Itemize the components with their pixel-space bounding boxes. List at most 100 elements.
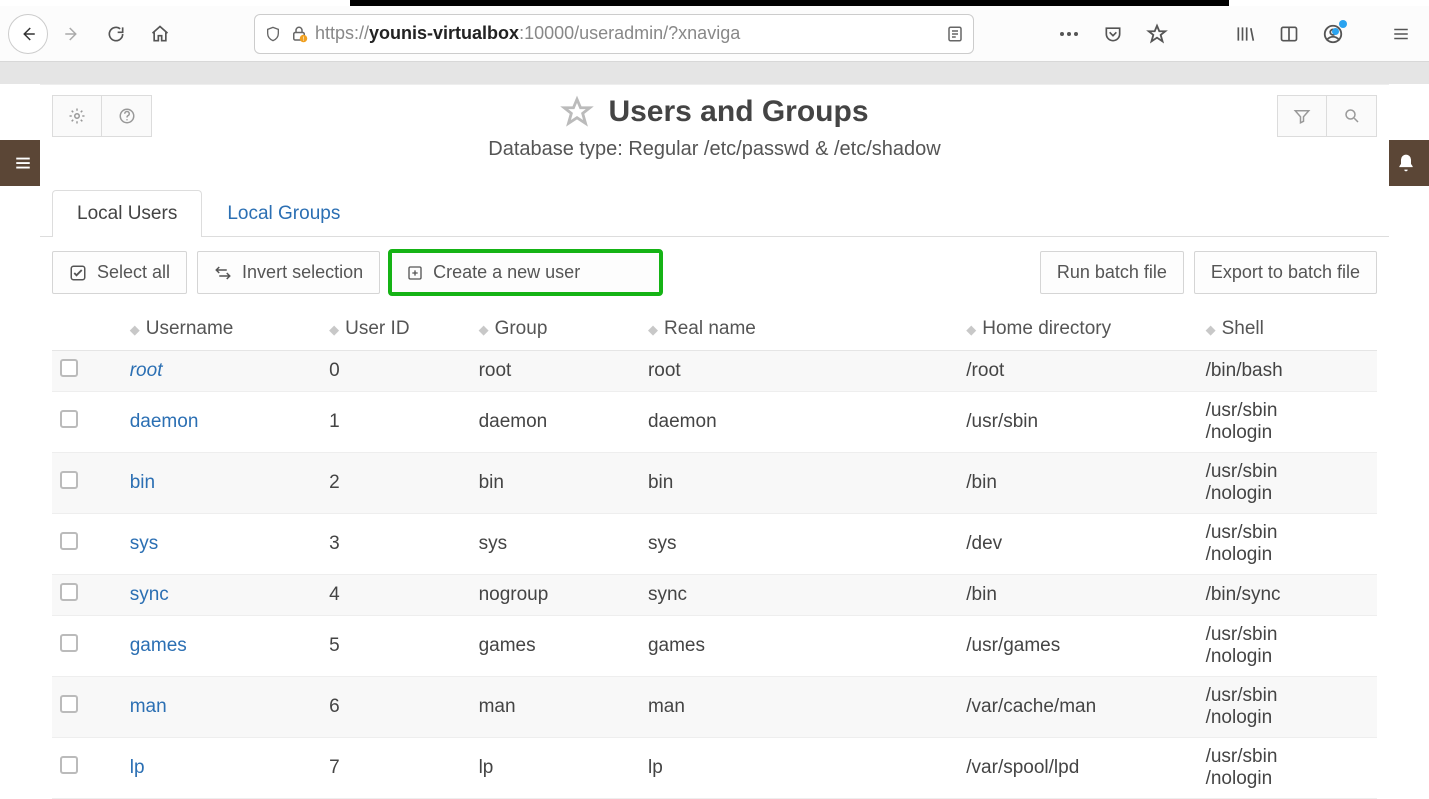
username-link[interactable]: sync bbox=[130, 584, 169, 605]
sidebar-icon bbox=[1279, 24, 1299, 44]
url-text: https://younis-virtualbox:10000/useradmi… bbox=[315, 23, 939, 44]
col-username[interactable]: ◆Username bbox=[122, 308, 321, 351]
row-checkbox[interactable] bbox=[60, 532, 78, 550]
cell-realname: sync bbox=[640, 575, 958, 616]
filter-button[interactable] bbox=[1277, 95, 1327, 137]
cell-home: /bin bbox=[958, 453, 1197, 514]
table-row: man6manman/var/cache/man/usr/sbin/nologi… bbox=[52, 677, 1377, 738]
cell-home: /bin bbox=[958, 575, 1197, 616]
tab-local-groups[interactable]: Local Groups bbox=[202, 190, 365, 237]
page-actions-button[interactable] bbox=[1049, 14, 1089, 54]
cell-uid: 0 bbox=[321, 351, 470, 392]
main-panel: Users and Groups Database type: Regular … bbox=[40, 84, 1389, 799]
cell-shell: /usr/sbin/nologin bbox=[1198, 616, 1377, 677]
back-button[interactable] bbox=[8, 14, 48, 54]
cell-group: daemon bbox=[471, 392, 640, 453]
tabs: Local Users Local Groups bbox=[40, 189, 1389, 237]
cell-shell: /usr/sbin/nologin bbox=[1198, 514, 1377, 575]
cell-home: /usr/games bbox=[958, 616, 1197, 677]
cell-group: lp bbox=[471, 738, 640, 799]
row-checkbox[interactable] bbox=[60, 634, 78, 652]
username-link[interactable]: man bbox=[130, 696, 167, 717]
star-icon bbox=[1146, 23, 1168, 45]
row-checkbox[interactable] bbox=[60, 756, 78, 774]
shield-icon bbox=[263, 25, 283, 43]
reader-mode-icon[interactable] bbox=[945, 25, 965, 43]
favorite-icon[interactable] bbox=[560, 95, 594, 129]
address-bar[interactable]: ! https://younis-virtualbox:10000/userad… bbox=[254, 14, 974, 54]
cell-uid: 7 bbox=[321, 738, 470, 799]
username-link[interactable]: daemon bbox=[130, 411, 199, 432]
col-shell[interactable]: ◆Shell bbox=[1198, 308, 1377, 351]
col-group[interactable]: ◆Group bbox=[471, 308, 640, 351]
cell-uid: 5 bbox=[321, 616, 470, 677]
run-batch-button[interactable]: Run batch file bbox=[1040, 251, 1184, 294]
table-row: games5gamesgames/usr/games/usr/sbin/nolo… bbox=[52, 616, 1377, 677]
run-batch-label: Run batch file bbox=[1057, 262, 1167, 283]
arrow-left-icon bbox=[19, 25, 37, 43]
cell-group: root bbox=[471, 351, 640, 392]
forward-button[interactable] bbox=[52, 14, 92, 54]
cell-realname: games bbox=[640, 616, 958, 677]
row-checkbox[interactable] bbox=[60, 359, 78, 377]
col-realname[interactable]: ◆Real name bbox=[640, 308, 958, 351]
col-home[interactable]: ◆Home directory bbox=[958, 308, 1197, 351]
col-uid[interactable]: ◆User ID bbox=[321, 308, 470, 351]
cell-shell: /usr/sbin/nologin bbox=[1198, 738, 1377, 799]
star-outline-icon bbox=[560, 95, 594, 129]
select-all-button[interactable]: Select all bbox=[52, 251, 187, 294]
cell-realname: daemon bbox=[640, 392, 958, 453]
lock-warning-icon: ! bbox=[289, 25, 309, 43]
reload-icon bbox=[106, 24, 126, 44]
table-row: bin2binbin/bin/usr/sbin/nologin bbox=[52, 453, 1377, 514]
hamburger-menu-button[interactable] bbox=[1381, 14, 1421, 54]
module-config-button[interactable] bbox=[52, 95, 102, 137]
row-checkbox[interactable] bbox=[60, 471, 78, 489]
username-link[interactable]: lp bbox=[130, 757, 145, 778]
page-subtitle: Database type: Regular /etc/passwd & /et… bbox=[152, 138, 1277, 161]
library-button[interactable] bbox=[1225, 14, 1265, 54]
content-gap bbox=[0, 62, 1429, 84]
row-checkbox[interactable] bbox=[60, 410, 78, 428]
create-user-button[interactable]: Create a new user bbox=[390, 251, 661, 294]
search-button[interactable] bbox=[1327, 95, 1377, 137]
username-link[interactable]: root bbox=[130, 360, 163, 381]
meatballs-icon bbox=[1058, 30, 1080, 38]
username-link[interactable]: sys bbox=[130, 533, 159, 554]
account-button[interactable] bbox=[1313, 14, 1353, 54]
gear-icon bbox=[68, 107, 86, 125]
help-button[interactable] bbox=[102, 95, 152, 137]
username-link[interactable]: games bbox=[130, 635, 187, 656]
notification-dot bbox=[1339, 20, 1347, 28]
row-checkbox[interactable] bbox=[60, 695, 78, 713]
cell-home: /var/spool/lpd bbox=[958, 738, 1197, 799]
username-link[interactable]: bin bbox=[130, 472, 155, 493]
cell-realname: bin bbox=[640, 453, 958, 514]
home-button[interactable] bbox=[140, 14, 180, 54]
cell-realname: man bbox=[640, 677, 958, 738]
cell-home: /root bbox=[958, 351, 1197, 392]
reload-button[interactable] bbox=[96, 14, 136, 54]
notifications-toggle[interactable] bbox=[1383, 140, 1429, 186]
funnel-icon bbox=[1293, 107, 1311, 125]
sidebar-button[interactable] bbox=[1269, 14, 1309, 54]
arrow-right-icon bbox=[63, 25, 81, 43]
cell-home: /var/cache/man bbox=[958, 677, 1197, 738]
row-checkbox[interactable] bbox=[60, 583, 78, 601]
cell-uid: 6 bbox=[321, 677, 470, 738]
cell-group: games bbox=[471, 616, 640, 677]
cell-realname: lp bbox=[640, 738, 958, 799]
library-icon bbox=[1234, 24, 1256, 44]
pocket-button[interactable] bbox=[1093, 14, 1133, 54]
cell-group: man bbox=[471, 677, 640, 738]
cell-uid: 1 bbox=[321, 392, 470, 453]
bookmark-button[interactable] bbox=[1137, 14, 1177, 54]
tab-local-users[interactable]: Local Users bbox=[52, 190, 202, 237]
invert-selection-button[interactable]: Invert selection bbox=[197, 251, 380, 294]
pocket-icon bbox=[1103, 24, 1123, 44]
cell-uid: 2 bbox=[321, 453, 470, 514]
cell-shell: /usr/sbin/nologin bbox=[1198, 392, 1377, 453]
swap-icon bbox=[214, 264, 232, 282]
export-batch-button[interactable]: Export to batch file bbox=[1194, 251, 1377, 294]
page-title: Users and Groups bbox=[608, 95, 868, 129]
